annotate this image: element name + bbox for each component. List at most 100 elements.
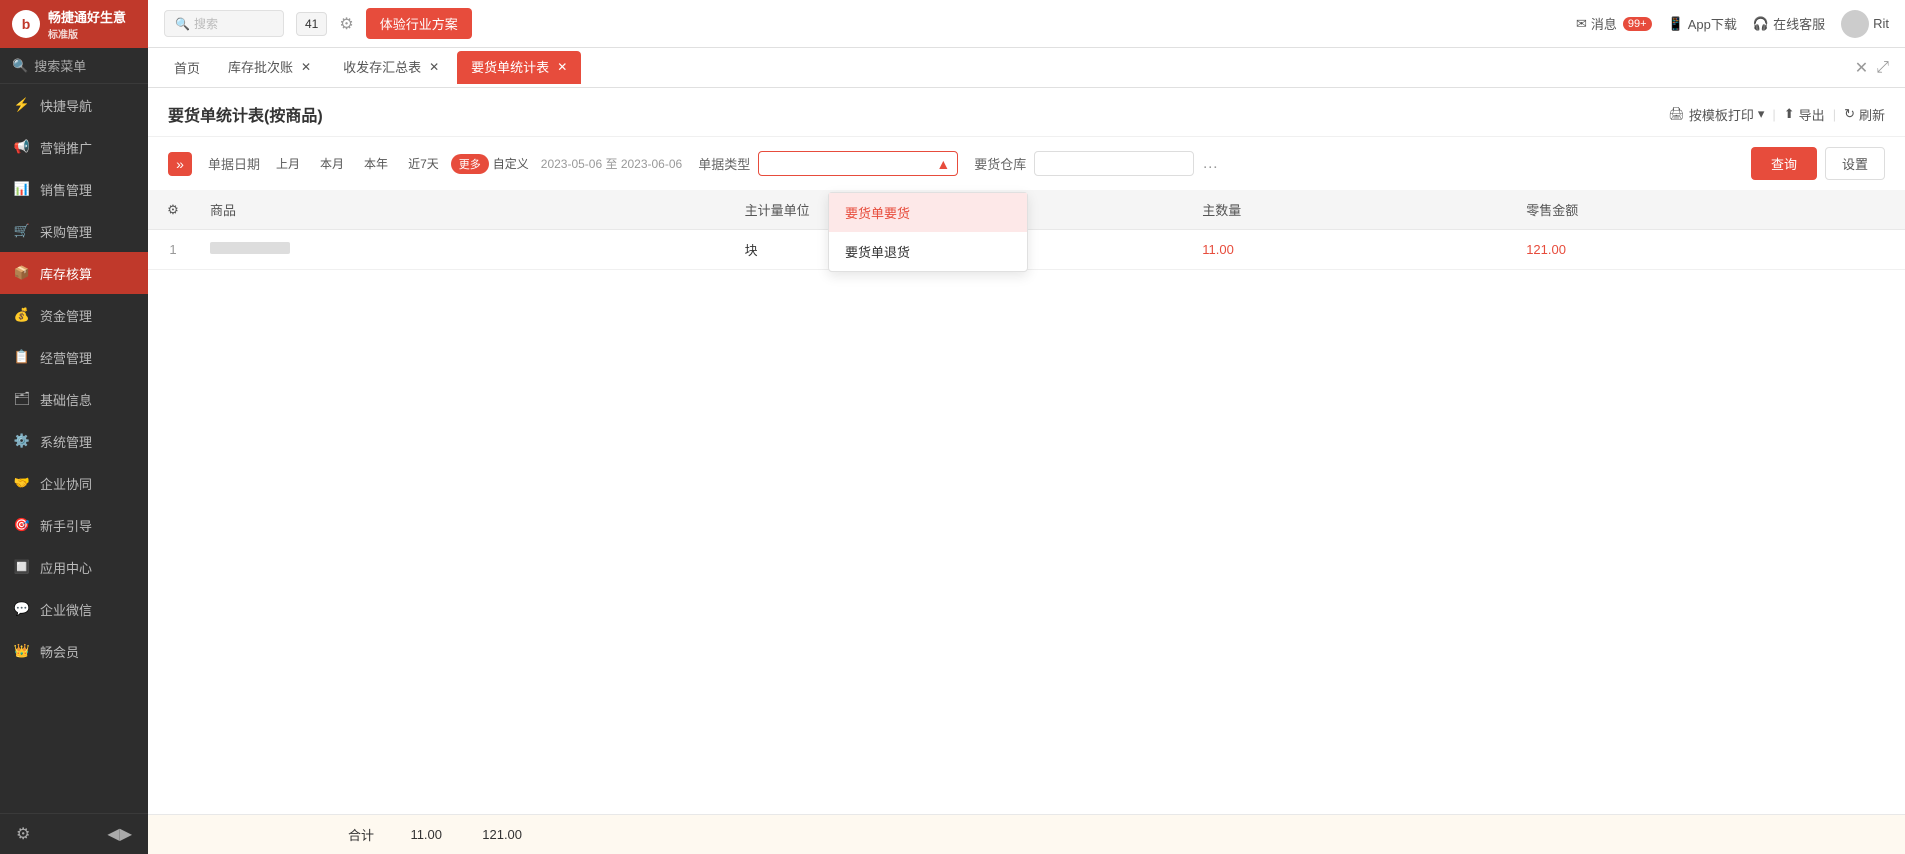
warehouse-filter-group: 要货仓库 … (974, 151, 1218, 176)
date-shortcut-this-month[interactable]: 本月 (312, 152, 352, 175)
table-footer: 合计 11.00 121.00 (148, 814, 1905, 854)
sidebar-item-purchase[interactable]: 🛒 采购管理 (0, 210, 148, 252)
date-shortcut-more[interactable]: 更多 (451, 154, 489, 174)
tabs-expand-icon[interactable]: ⤢ (1876, 59, 1889, 77)
tabs-bar: 首页 库存批次账 ✕ 收发存汇总表 ✕ 要货单统计表 ✕ ✕ ⤢ (148, 48, 1905, 88)
type-select-arrow[interactable]: ▲ (936, 156, 950, 172)
message-btn[interactable]: ✉ 消息 99+ (1576, 14, 1652, 33)
print-dropdown-icon[interactable]: ▾ (1758, 106, 1765, 122)
export-btn[interactable]: ⬆ 导出 (1784, 105, 1825, 124)
dropdown-item-purchase-order[interactable]: 要货单要货 (829, 193, 1027, 232)
online-service-btn[interactable]: 🎧 在线客服 (1753, 14, 1825, 33)
print-icon: 🖨 (1668, 106, 1685, 122)
user-area[interactable]: Rit (1841, 10, 1889, 38)
sidebar-item-marketing[interactable]: 📢 营销推广 (0, 126, 148, 168)
sidebar-item-system[interactable]: ⚙️ 系统管理 (0, 420, 148, 462)
system-icon: ⚙️ (12, 431, 32, 451)
sidebar-nav: ⚡ 快捷导航 📢 营销推广 📊 销售管理 🛒 采购管理 📦 库存核算 💰 资金管… (0, 84, 148, 813)
sidebar-item-app-center[interactable]: 🔲 应用中心 (0, 546, 148, 588)
date-shortcut-last-month[interactable]: 上月 (268, 152, 308, 175)
member-icon: 👑 (12, 641, 32, 661)
sidebar: b 畅捷通好生意 标准版 🔍 搜索菜单 ⚡ 快捷导航 📢 营销推广 📊 销售管理… (0, 0, 148, 854)
warehouse-more-icon[interactable]: … (1202, 155, 1218, 173)
tab-inventory-batch[interactable]: 库存批次账 ✕ (214, 51, 325, 84)
search-menu[interactable]: 🔍 搜索菜单 (0, 48, 148, 84)
sidebar-item-quick-nav[interactable]: ⚡ 快捷导航 (0, 84, 148, 126)
quick-nav-icon: ⚡ (12, 95, 32, 115)
dropdown-item-return-order[interactable]: 要货单退货 (829, 232, 1027, 271)
qty-link[interactable]: 11.00 (1202, 242, 1234, 257)
inventory-icon: 📦 (12, 263, 32, 283)
sidebar-item-member[interactable]: 👑 畅会员 (0, 630, 148, 672)
date-range-display: 2023-05-06 至 2023-06-06 (541, 155, 682, 172)
tab-home[interactable]: 首页 (164, 52, 210, 83)
date-filter-group: 单据日期 上月 本月 本年 近7天 更多 自定义 2023-05-06 至 20… (208, 152, 682, 175)
sidebar-item-operations[interactable]: 📋 经营管理 (0, 336, 148, 378)
tab-close-order-stats[interactable]: ✕ (557, 60, 567, 74)
tabs-right-actions: ✕ ⤢ (1855, 58, 1889, 78)
date-label: 单据日期 (208, 154, 260, 173)
amount-link[interactable]: 121.00 (1526, 242, 1566, 257)
col-product: 商品 (198, 190, 733, 230)
date-shortcut-7days[interactable]: 近7天 (400, 152, 447, 175)
basic-info-icon: 🗂 (12, 389, 32, 409)
tab-close-collect-summary[interactable]: ✕ (429, 60, 439, 74)
footer-amount: 121.00 (454, 827, 534, 842)
service-icon: 🎧 (1753, 16, 1769, 32)
app-center-icon: 🔲 (12, 557, 32, 577)
page-header: 要货单统计表(按商品) 🖨 按模板打印 ▾ | ⬆ 导出 | ↻ 刷新 (148, 88, 1905, 136)
purchase-icon: 🛒 (12, 221, 32, 241)
export-icon: ⬆ (1784, 106, 1795, 122)
search-icon: 🔍 (175, 17, 190, 31)
page-title: 要货单统计表(按商品) (168, 102, 323, 126)
marketing-icon: 📢 (12, 137, 32, 157)
tab-collect-summary[interactable]: 收发存汇总表 ✕ (329, 51, 453, 84)
tab-order-stats[interactable]: 要货单统计表 ✕ (457, 51, 581, 84)
sidebar-item-enterprise-wechat[interactable]: 💬 企业微信 (0, 588, 148, 630)
query-btn[interactable]: 查询 (1751, 147, 1817, 180)
data-table-container: ⚙ 商品 主计量单位 主数量 零售金额 1 块 (148, 190, 1905, 814)
app-download-btn[interactable]: 📱 App下载 (1668, 14, 1737, 33)
topbar-tab-count: 41 (296, 12, 327, 36)
sidebar-item-guide[interactable]: 🎯 新手引导 (0, 504, 148, 546)
cooperation-icon: 🤝 (12, 473, 32, 493)
topbar-gear-icon[interactable]: ⚙ (339, 14, 353, 34)
warehouse-input[interactable] (1034, 151, 1194, 176)
type-label: 单据类型 (698, 154, 750, 173)
sidebar-collapse-icon[interactable]: ◀▶ (107, 824, 132, 844)
guide-icon: 🎯 (12, 515, 32, 535)
cell-amount: 121.00 (1514, 230, 1905, 270)
table-settings-icon[interactable]: ⚙ (167, 202, 179, 217)
sidebar-item-basic-info[interactable]: 🗂 基础信息 (0, 378, 148, 420)
date-custom[interactable]: 自定义 (493, 155, 529, 172)
message-icon: ✉ (1576, 16, 1587, 32)
sidebar-bottom: ⚙ ◀▶ (0, 813, 148, 854)
cell-seq: 1 (148, 230, 198, 270)
sidebar-item-cooperation[interactable]: 🤝 企业协同 (0, 462, 148, 504)
settings-btn[interactable]: 设置 (1825, 147, 1885, 180)
refresh-icon: ↻ (1844, 106, 1855, 122)
logo-text: 畅捷通好生意 标准版 (48, 7, 126, 41)
date-shortcut-this-year[interactable]: 本年 (356, 152, 396, 175)
col-settings[interactable]: ⚙ (148, 190, 198, 230)
topbar-left: 🔍 搜索 41 ⚙ 体验行业方案 (164, 8, 472, 39)
user-avatar (1841, 10, 1869, 38)
filter-bar: » 单据日期 上月 本月 本年 近7天 更多 自定义 2023-05-06 至 … (148, 136, 1905, 190)
main-area: 🔍 搜索 41 ⚙ 体验行业方案 ✉ 消息 99+ 📱 App下载 🎧 在线客服 (148, 0, 1905, 854)
type-dropdown-menu: 要货单要货 要货单退货 (828, 192, 1028, 272)
type-select-input[interactable] (758, 151, 958, 176)
sidebar-item-sales[interactable]: 📊 销售管理 (0, 168, 148, 210)
footer-label: 合计 (348, 825, 374, 844)
sidebar-item-finance[interactable]: 💰 资金管理 (0, 294, 148, 336)
tabs-close-all-icon[interactable]: ✕ (1855, 58, 1868, 78)
topbar-search-box[interactable]: 🔍 搜索 (164, 10, 284, 37)
print-btn[interactable]: 🖨 按模板打印 ▾ (1668, 105, 1764, 124)
sidebar-item-inventory[interactable]: 📦 库存核算 (0, 252, 148, 294)
tab-close-inventory-batch[interactable]: ✕ (301, 60, 311, 74)
refresh-btn[interactable]: ↻ 刷新 (1844, 105, 1885, 124)
sidebar-settings-icon[interactable]: ⚙ (16, 824, 30, 844)
industry-btn[interactable]: 体验行业方案 (366, 8, 472, 39)
topbar-right: ✉ 消息 99+ 📱 App下载 🎧 在线客服 Rit (1576, 10, 1889, 38)
filter-expand-btn[interactable]: » (168, 152, 192, 176)
col-amount: 零售金额 (1514, 190, 1905, 230)
